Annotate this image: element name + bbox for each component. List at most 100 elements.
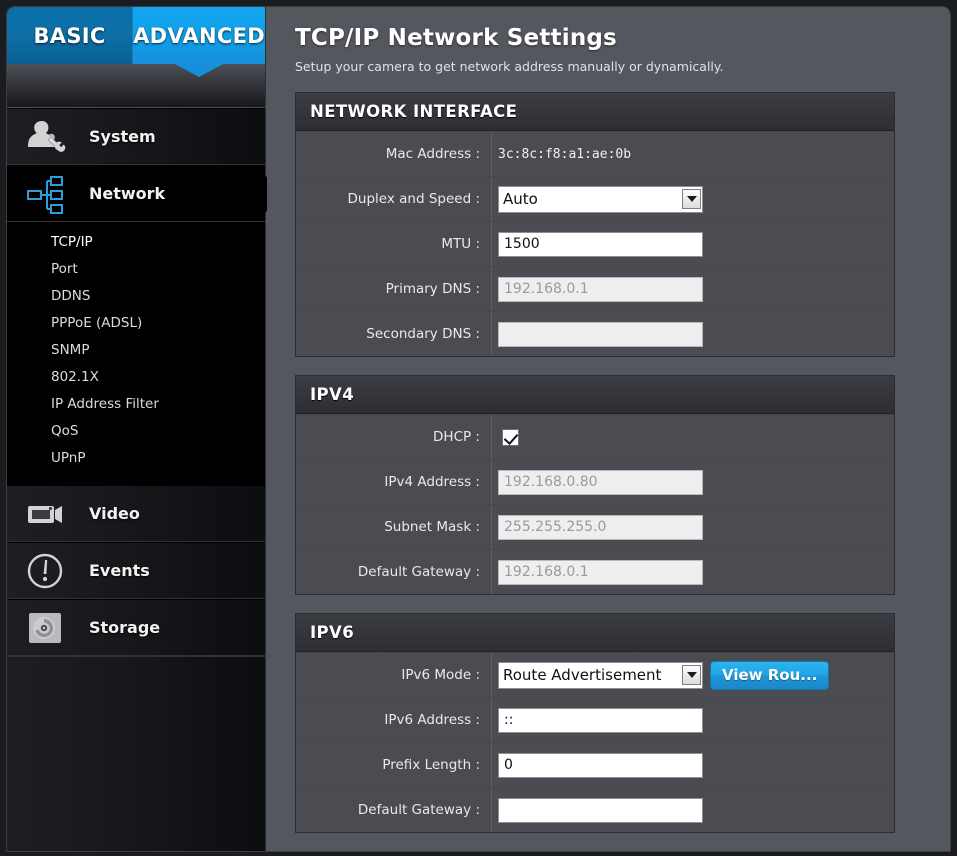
dhcp-label: DHCP : (296, 415, 492, 459)
sidebar-item-system[interactable]: System (7, 108, 265, 165)
network-submenu: TCP/IP Port DDNS PPPoE (ADSL) SNMP 802.1… (7, 222, 265, 485)
ipv4-address-value-cell (492, 460, 894, 504)
subnet-mask-input[interactable] (498, 515, 703, 540)
page-title: TCP/IP Network Settings (295, 25, 951, 51)
sidebar-item-storage[interactable]: Storage (7, 599, 265, 656)
submenu-item-ddns-label: DDNS (51, 288, 90, 304)
tab-basic-label: BASIC (33, 24, 105, 48)
submenu-item-pppoe-label: PPPoE (ADSL) (51, 315, 142, 331)
ipv6-address-value-cell (492, 698, 894, 742)
prefix-length-label: Prefix Length : (296, 743, 492, 787)
sidebar-item-network-label: Network (89, 184, 165, 203)
submenu-item-upnp[interactable]: UPnP (7, 444, 265, 471)
ipv4-gateway-label: Default Gateway : (296, 550, 492, 594)
row-ipv6-address: IPv6 Address : (296, 697, 894, 742)
mode-tab-bar: BASIC ADVANCED (7, 7, 265, 64)
panel-ipv6-header: IPV6 (296, 614, 894, 652)
row-ipv4-address: IPv4 Address : (296, 459, 894, 504)
row-ipv4-gateway: Default Gateway : (296, 549, 894, 594)
tab-basic[interactable]: BASIC (7, 7, 133, 64)
ipv6-gateway-input[interactable] (498, 798, 703, 823)
view-route-button[interactable]: View Rou... (710, 661, 829, 690)
primary-dns-input[interactable] (498, 277, 703, 302)
ipv6-mode-select-wrap: Route Advertisement (498, 662, 703, 689)
duplex-speed-value-cell: Auto (492, 177, 894, 221)
row-secondary-dns: Secondary DNS : (296, 311, 894, 356)
sidebar-item-video[interactable]: Video (7, 485, 265, 542)
submenu-item-8021x-label: 802.1X (51, 369, 99, 385)
ipv6-mode-value-cell: Route Advertisement View Rou... (492, 653, 894, 697)
tab-advanced[interactable]: ADVANCED (133, 7, 265, 64)
video-camera-icon (21, 492, 71, 536)
submenu-item-snmp[interactable]: SNMP (7, 336, 265, 363)
ipv4-gateway-input[interactable] (498, 560, 703, 585)
primary-dns-value-cell (492, 267, 894, 311)
duplex-speed-select[interactable]: Auto (498, 186, 703, 213)
submenu-item-port[interactable]: Port (7, 255, 265, 282)
primary-dns-label: Primary DNS : (296, 267, 492, 311)
sidebar-filler (7, 656, 265, 836)
duplex-speed-label: Duplex and Speed : (296, 177, 492, 221)
sidebar-item-events-label: Events (89, 561, 150, 580)
active-tab-pointer-icon (173, 63, 225, 77)
secondary-dns-input[interactable] (498, 322, 703, 347)
row-primary-dns: Primary DNS : (296, 266, 894, 311)
ipv6-address-label: IPv6 Address : (296, 698, 492, 742)
panel-network-interface: NETWORK INTERFACE Mac Address : 3c:8c:f8… (295, 92, 895, 357)
subnet-mask-value-cell (492, 505, 894, 549)
submenu-item-port-label: Port (51, 261, 78, 277)
subnet-mask-label: Subnet Mask : (296, 505, 492, 549)
panel-ipv4-header: IPV4 (296, 376, 894, 414)
tab-advanced-label: ADVANCED (133, 24, 265, 48)
ipv6-gateway-value-cell (492, 788, 894, 832)
sidebar: BASIC ADVANCED System (7, 7, 266, 852)
sidebar-item-network[interactable]: Network (7, 165, 265, 222)
submenu-item-ddns[interactable]: DDNS (7, 282, 265, 309)
system-user-tools-icon (21, 115, 71, 159)
submenu-item-upnp-label: UPnP (51, 450, 85, 466)
sidebar-tab-spacer (7, 64, 265, 108)
mtu-label: MTU : (296, 222, 492, 266)
mtu-input[interactable] (498, 232, 703, 257)
submenu-item-tcpip[interactable]: TCP/IP (7, 228, 265, 255)
ipv4-address-label: IPv4 Address : (296, 460, 492, 504)
mac-address-value: 3c:8c:f8:a1:ae:0b (498, 147, 631, 162)
window-frame: BASIC ADVANCED System (6, 6, 951, 852)
submenu-item-pppoe[interactable]: PPPoE (ADSL) (7, 309, 265, 336)
main-content: TCP/IP Network Settings Setup your camer… (267, 7, 951, 852)
secondary-dns-label: Secondary DNS : (296, 312, 492, 356)
sidebar-item-events[interactable]: Events (7, 542, 265, 599)
submenu-item-qos-label: QoS (51, 423, 78, 439)
submenu-item-snmp-label: SNMP (51, 342, 89, 358)
secondary-dns-value-cell (492, 312, 894, 356)
panel-ipv6: IPV6 IPv6 Mode : Route Advertisement Vie… (295, 613, 895, 833)
row-mac-address: Mac Address : 3c:8c:f8:a1:ae:0b (296, 131, 894, 176)
submenu-item-tcpip-label: TCP/IP (51, 234, 93, 250)
ipv6-mode-label: IPv6 Mode : (296, 653, 492, 697)
panel-ipv4: IPV4 DHCP : IPv4 Address : Subnet Mask : (295, 375, 895, 595)
sidebar-item-video-label: Video (89, 504, 140, 523)
row-duplex-speed: Duplex and Speed : Auto (296, 176, 894, 221)
sidebar-item-system-label: System (89, 127, 156, 146)
submenu-item-ip-address-filter[interactable]: IP Address Filter (7, 390, 265, 417)
row-mtu: MTU : (296, 221, 894, 266)
ipv4-address-input[interactable] (498, 470, 703, 495)
dhcp-checkbox[interactable] (502, 429, 519, 446)
row-subnet-mask: Subnet Mask : (296, 504, 894, 549)
hard-disk-icon (21, 606, 71, 650)
page-subtitle: Setup your camera to get network address… (295, 59, 951, 74)
ipv6-mode-select[interactable]: Route Advertisement (498, 662, 703, 689)
mtu-value-cell (492, 222, 894, 266)
sidebar-item-storage-label: Storage (89, 618, 160, 637)
ipv6-address-input[interactable] (498, 708, 703, 733)
prefix-length-input[interactable] (498, 753, 703, 778)
ipv6-gateway-label: Default Gateway : (296, 788, 492, 832)
submenu-item-8021x[interactable]: 802.1X (7, 363, 265, 390)
submenu-item-qos[interactable]: QoS (7, 417, 265, 444)
row-ipv6-gateway: Default Gateway : (296, 787, 894, 832)
exclamation-circle-icon (21, 549, 71, 593)
row-prefix-length: Prefix Length : (296, 742, 894, 787)
network-topology-icon (21, 172, 71, 216)
prefix-length-value-cell (492, 743, 894, 787)
dhcp-value-cell (492, 415, 894, 459)
